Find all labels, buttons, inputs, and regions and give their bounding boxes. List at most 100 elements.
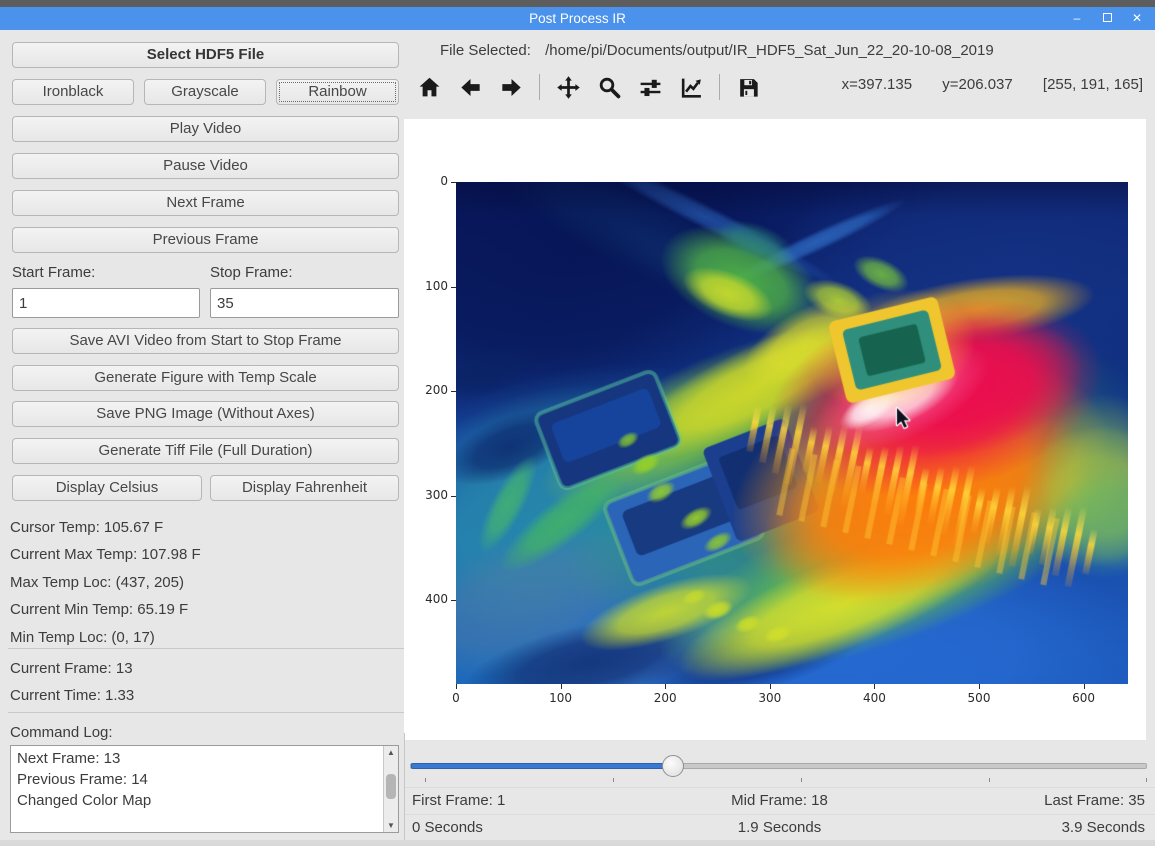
display-fahrenheit-button[interactable]: Display Fahrenheit bbox=[210, 475, 399, 501]
next-frame-button[interactable]: Next Frame bbox=[12, 190, 399, 216]
back-icon[interactable] bbox=[457, 74, 483, 100]
axis-tick-mark bbox=[451, 391, 456, 392]
separator bbox=[8, 648, 404, 649]
slider-tick bbox=[425, 778, 426, 782]
stop-frame-label: Stop Frame: bbox=[210, 264, 293, 281]
window-title: Post Process IR bbox=[0, 7, 1155, 30]
generate-figure-button[interactable]: Generate Figure with Temp Scale bbox=[12, 365, 399, 391]
cursor-x-readout: x=397.135 bbox=[842, 76, 912, 93]
axis-tick-mark bbox=[451, 600, 456, 601]
temperature-readouts: Cursor Temp: 105.67 F Current Max Temp: … bbox=[10, 514, 398, 651]
display-celsius-button[interactable]: Display Celsius bbox=[12, 475, 202, 501]
colormap-ironblack-button[interactable]: Ironblack bbox=[12, 79, 134, 105]
matplotlib-toolbar bbox=[416, 72, 761, 102]
current-time-readout: Current Time: 1.33 bbox=[10, 682, 398, 709]
save-icon[interactable] bbox=[735, 74, 761, 100]
minimize-icon[interactable]: – bbox=[1069, 7, 1085, 30]
min-temp-readout: Current Min Temp: 65.19 F bbox=[10, 596, 398, 623]
command-log-lines: Next Frame: 13 Previous Frame: 14 Change… bbox=[17, 748, 380, 811]
axis-tick-label: 300 bbox=[404, 488, 448, 502]
save-png-button[interactable]: Save PNG Image (Without Axes) bbox=[12, 401, 399, 427]
forward-icon[interactable] bbox=[498, 74, 524, 100]
plot-panel: File Selected: /home/pi/Documents/output… bbox=[404, 30, 1155, 846]
ir-thermal-image[interactable] bbox=[456, 182, 1128, 684]
pause-video-button[interactable]: Pause Video bbox=[12, 153, 399, 179]
file-selected-row: File Selected: /home/pi/Documents/output… bbox=[440, 42, 994, 59]
separator bbox=[8, 712, 404, 713]
axis-tick-mark bbox=[451, 182, 456, 183]
toolbar-separator bbox=[719, 74, 720, 100]
panel-divider bbox=[404, 733, 405, 846]
frame-slider[interactable] bbox=[410, 763, 1147, 769]
customize-icon[interactable] bbox=[678, 74, 704, 100]
axis-tick-mark bbox=[561, 684, 562, 689]
axis-tick-label: 500 bbox=[963, 691, 995, 705]
frame-labels-row: First Frame: 1 Mid Frame: 18 Last Frame:… bbox=[404, 787, 1155, 813]
axis-tick-label: 100 bbox=[545, 691, 577, 705]
axis-tick-label: 600 bbox=[1068, 691, 1100, 705]
mid-frame-label: Mid Frame: 18 bbox=[404, 792, 1155, 809]
stop-frame-input[interactable] bbox=[210, 288, 399, 318]
titlebar[interactable]: Post Process IR – ✕ bbox=[0, 7, 1155, 30]
scrollbar-thumb[interactable] bbox=[386, 774, 396, 800]
axis-tick-label: 0 bbox=[440, 691, 472, 705]
axis-tick-label: 300 bbox=[754, 691, 786, 705]
colormap-rainbow-button[interactable]: Rainbow bbox=[276, 79, 399, 105]
axis-tick-mark bbox=[770, 684, 771, 689]
min-temp-loc-readout: Min Temp Loc: (0, 17) bbox=[10, 624, 398, 651]
slider-tick bbox=[801, 778, 802, 782]
axis-tick-mark bbox=[456, 684, 457, 689]
axis-tick-label: 200 bbox=[404, 383, 448, 397]
axis-tick-label: 400 bbox=[858, 691, 890, 705]
close-icon[interactable]: ✕ bbox=[1129, 7, 1145, 30]
play-video-button[interactable]: Play Video bbox=[12, 116, 399, 142]
axis-tick-mark bbox=[1084, 684, 1085, 689]
max-temp-readout: Current Max Temp: 107.98 F bbox=[10, 541, 398, 568]
command-log-scrollbar[interactable]: ▲ ▼ bbox=[383, 746, 398, 832]
log-line: Changed Color Map bbox=[17, 790, 380, 811]
slider-tick bbox=[989, 778, 990, 782]
previous-frame-button[interactable]: Previous Frame bbox=[12, 227, 399, 253]
axis-tick-mark bbox=[451, 496, 456, 497]
axis-tick-mark bbox=[874, 684, 875, 689]
command-log-textarea[interactable]: Next Frame: 13 Previous Frame: 14 Change… bbox=[10, 745, 399, 833]
pan-icon[interactable] bbox=[555, 74, 581, 100]
zoom-icon[interactable] bbox=[596, 74, 622, 100]
generate-tiff-button[interactable]: Generate Tiff File (Full Duration) bbox=[12, 438, 399, 464]
colormap-grayscale-button[interactable]: Grayscale bbox=[144, 79, 266, 105]
max-temp-loc-readout: Max Temp Loc: (437, 205) bbox=[10, 569, 398, 596]
log-line: Previous Frame: 14 bbox=[17, 769, 380, 790]
end-seconds-label: 3.9 Seconds bbox=[1062, 819, 1145, 836]
frame-slider-thumb[interactable] bbox=[662, 755, 684, 777]
home-icon[interactable] bbox=[416, 74, 442, 100]
app-window: Post Process IR – ✕ Select HDF5 File Iro… bbox=[0, 0, 1155, 846]
scroll-up-icon[interactable]: ▲ bbox=[384, 746, 398, 759]
window-bottom-edge bbox=[0, 840, 1155, 846]
seconds-labels-row: 0 Seconds 1.9 Seconds 3.9 Seconds bbox=[404, 814, 1155, 840]
save-avi-button[interactable]: Save AVI Video from Start to Stop Frame bbox=[12, 328, 399, 354]
window-top-edge bbox=[0, 0, 1155, 7]
axis-tick-label: 400 bbox=[404, 592, 448, 606]
slider-tick bbox=[1146, 778, 1147, 782]
mid-seconds-label: 1.9 Seconds bbox=[404, 819, 1155, 836]
file-path: /home/pi/Documents/output/IR_HDF5_Sat_Ju… bbox=[545, 42, 994, 59]
file-selected-label: File Selected: bbox=[440, 42, 531, 59]
axis-tick-mark bbox=[665, 684, 666, 689]
axis-tick-mark bbox=[451, 287, 456, 288]
start-frame-input[interactable] bbox=[12, 288, 200, 318]
current-frame-readout: Current Frame: 13 bbox=[10, 655, 398, 682]
frame-info-readouts: Current Frame: 13 Current Time: 1.33 bbox=[10, 655, 398, 710]
scroll-down-icon[interactable]: ▼ bbox=[384, 819, 398, 832]
window-controls: – ✕ bbox=[1069, 7, 1145, 30]
matplotlib-figure: 01002003004000100200300400500600 bbox=[404, 119, 1146, 740]
select-hdf5-button[interactable]: Select HDF5 File bbox=[12, 42, 399, 68]
cursor-temp-readout: Cursor Temp: 105.67 F bbox=[10, 514, 398, 541]
maximize-icon[interactable] bbox=[1099, 7, 1115, 30]
command-log-label: Command Log: bbox=[10, 724, 113, 741]
log-line: Next Frame: 13 bbox=[17, 748, 380, 769]
subplots-icon[interactable] bbox=[637, 74, 663, 100]
slider-tick bbox=[613, 778, 614, 782]
control-panel: Select HDF5 File Ironblack Grayscale Rai… bbox=[0, 30, 404, 846]
last-frame-label: Last Frame: 35 bbox=[1044, 792, 1145, 809]
start-frame-label: Start Frame: bbox=[12, 264, 95, 281]
